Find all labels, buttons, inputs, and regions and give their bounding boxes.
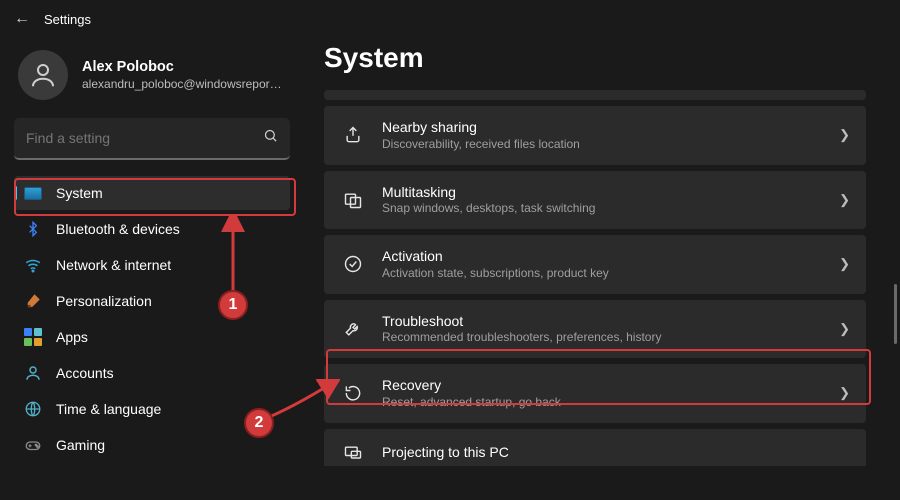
page-title: System bbox=[324, 42, 876, 74]
sidebar-item-label: Time & language bbox=[56, 401, 161, 417]
annotation-step-1: 1 bbox=[218, 290, 248, 320]
wrench-icon bbox=[342, 318, 364, 340]
card-subtitle: Activation state, subscriptions, product… bbox=[382, 266, 821, 281]
search-input[interactable] bbox=[26, 130, 263, 146]
multitask-icon bbox=[342, 189, 364, 211]
user-block[interactable]: Alex Poloboc alexandru_poloboc@windowsre… bbox=[14, 42, 290, 112]
card-title: Activation bbox=[382, 248, 821, 266]
card-title: Recovery bbox=[382, 377, 821, 395]
user-email: alexandru_poloboc@windowsreport... bbox=[82, 77, 282, 92]
project-icon bbox=[342, 442, 364, 464]
sidebar-item-label: Network & internet bbox=[56, 257, 171, 273]
card-troubleshoot[interactable]: Troubleshoot Recommended troubleshooters… bbox=[324, 300, 866, 359]
card-title: Nearby sharing bbox=[382, 119, 821, 137]
chevron-right-icon: ❯ bbox=[839, 256, 850, 272]
sidebar-item-personalization[interactable]: Personalization bbox=[14, 284, 290, 318]
search-box[interactable] bbox=[14, 118, 290, 160]
sidebar-item-label: Bluetooth & devices bbox=[56, 221, 180, 237]
globe-icon bbox=[24, 400, 42, 418]
card-nearby-sharing[interactable]: Nearby sharing Discoverability, received… bbox=[324, 106, 866, 165]
sidebar-item-accounts[interactable]: Accounts bbox=[14, 356, 290, 390]
gamepad-icon bbox=[24, 436, 42, 454]
share-icon bbox=[342, 124, 364, 146]
bluetooth-icon bbox=[24, 220, 42, 238]
partial-card-top bbox=[324, 90, 866, 100]
app-title: Settings bbox=[44, 12, 91, 27]
sidebar-item-bluetooth[interactable]: Bluetooth & devices bbox=[14, 212, 290, 246]
check-circle-icon bbox=[342, 253, 364, 275]
annotation-step-2: 2 bbox=[244, 408, 274, 438]
avatar bbox=[18, 50, 68, 100]
scrollbar-thumb[interactable] bbox=[894, 284, 897, 344]
card-subtitle: Discoverability, received files location bbox=[382, 137, 821, 152]
card-title: Troubleshoot bbox=[382, 313, 821, 331]
sidebar-item-label: System bbox=[56, 185, 103, 201]
title-bar: ← Settings bbox=[0, 0, 900, 32]
sidebar-item-network[interactable]: Network & internet bbox=[14, 248, 290, 282]
back-button[interactable]: ← bbox=[14, 10, 30, 28]
chevron-right-icon: ❯ bbox=[839, 127, 850, 143]
settings-list: Nearby sharing Discoverability, received… bbox=[324, 90, 876, 466]
sidebar-item-label: Gaming bbox=[56, 437, 105, 453]
card-subtitle: Reset, advanced startup, go back bbox=[382, 395, 821, 410]
apps-icon bbox=[24, 328, 42, 346]
card-title: Multitasking bbox=[382, 184, 821, 202]
sidebar-item-system[interactable]: System bbox=[14, 176, 290, 210]
main-panel: System Nearby sharing Discoverability, r… bbox=[300, 32, 900, 500]
chevron-right-icon: ❯ bbox=[839, 385, 850, 401]
card-multitasking[interactable]: Multitasking Snap windows, desktops, tas… bbox=[324, 171, 866, 230]
sidebar-item-label: Personalization bbox=[56, 293, 152, 309]
sidebar-item-label: Apps bbox=[56, 329, 88, 345]
recovery-icon bbox=[342, 382, 364, 404]
chevron-right-icon: ❯ bbox=[839, 192, 850, 208]
sidebar-item-label: Accounts bbox=[56, 365, 114, 381]
chevron-right-icon: ❯ bbox=[839, 321, 850, 337]
card-subtitle: Recommended troubleshooters, preferences… bbox=[382, 330, 821, 345]
card-activation[interactable]: Activation Activation state, subscriptio… bbox=[324, 235, 866, 294]
wifi-icon bbox=[24, 256, 42, 274]
card-projecting[interactable]: Projecting to this PC bbox=[324, 429, 866, 466]
card-subtitle: Snap windows, desktops, task switching bbox=[382, 201, 821, 216]
card-recovery[interactable]: Recovery Reset, advanced startup, go bac… bbox=[324, 364, 866, 423]
user-name: Alex Poloboc bbox=[82, 58, 282, 76]
display-icon bbox=[24, 184, 42, 202]
search-icon bbox=[263, 128, 278, 148]
sidebar-item-apps[interactable]: Apps bbox=[14, 320, 290, 354]
brush-icon bbox=[24, 292, 42, 310]
person-icon bbox=[24, 364, 42, 382]
card-title: Projecting to this PC bbox=[382, 444, 850, 462]
